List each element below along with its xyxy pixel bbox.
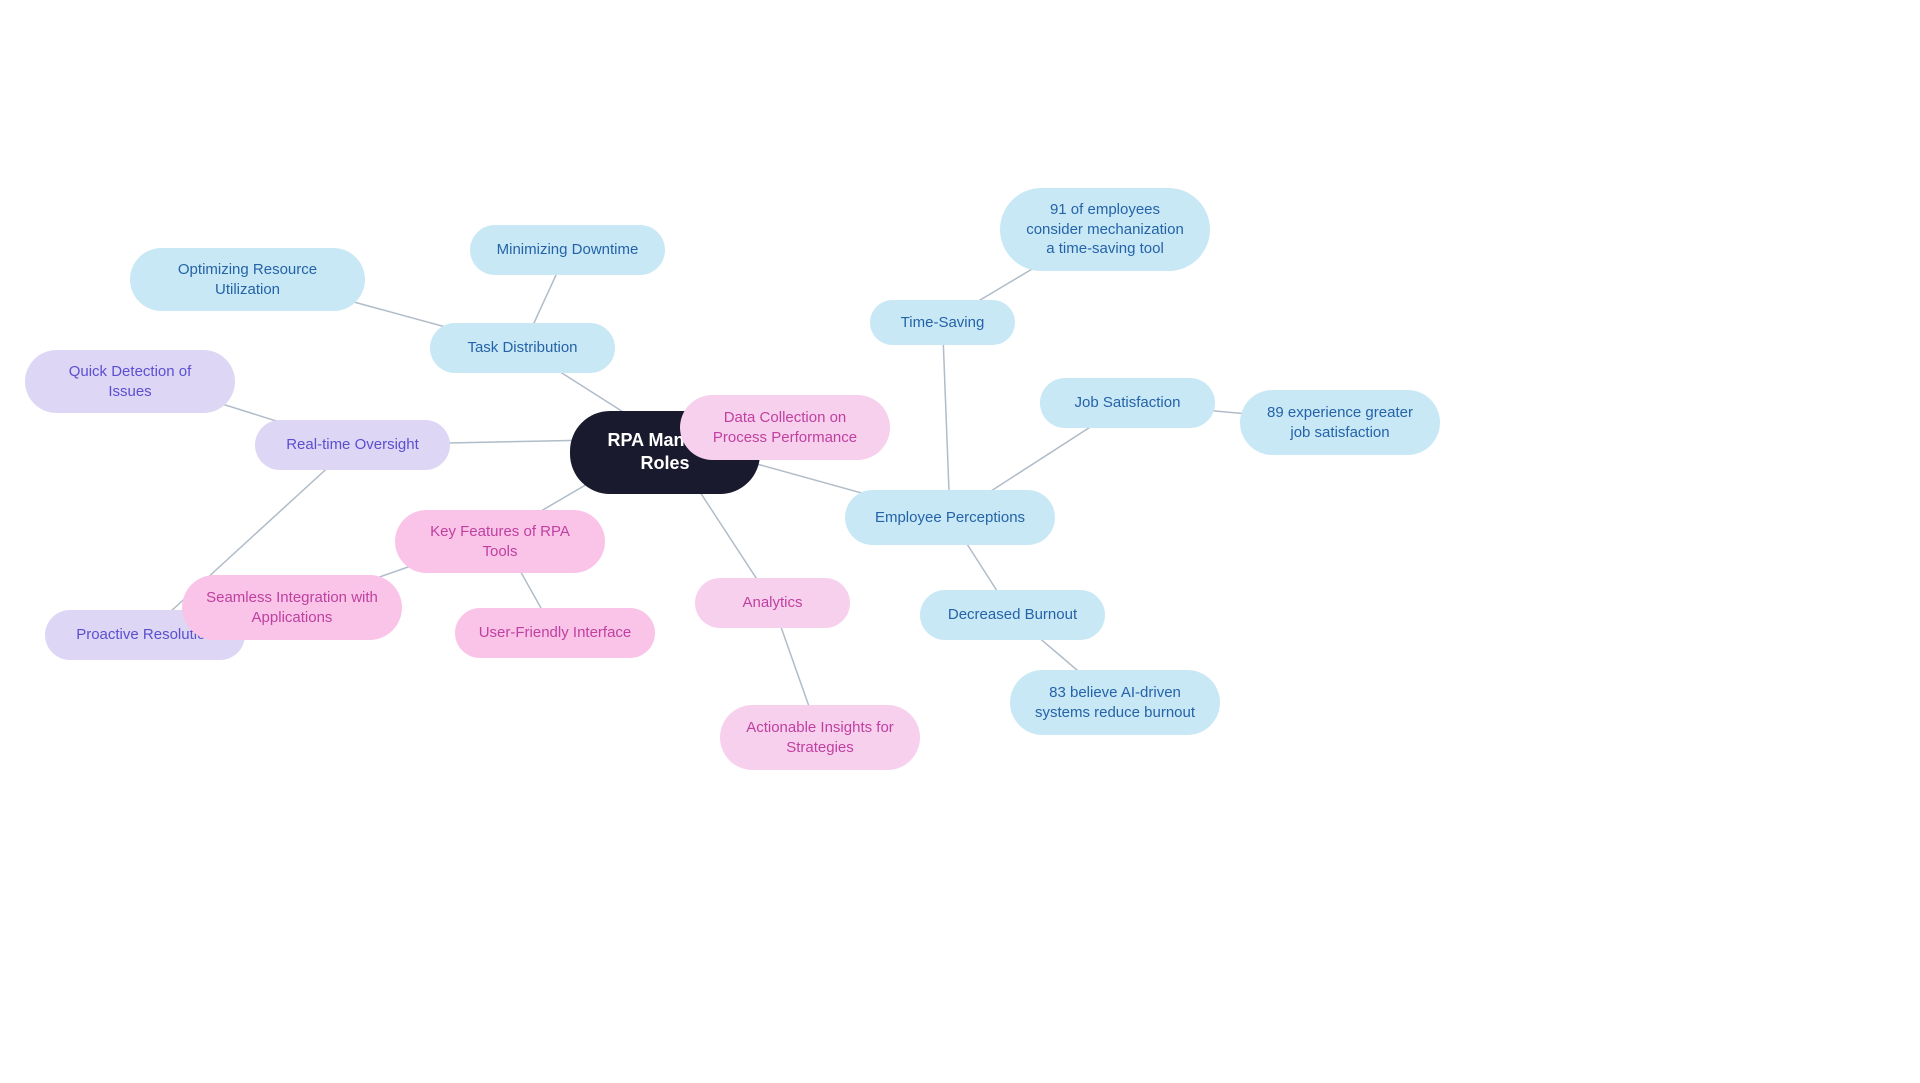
node-stat-timesaving[interactable]: 91 of employees consider mechanization a… — [1000, 188, 1210, 271]
node-time-saving[interactable]: Time-Saving — [870, 300, 1015, 345]
node-stat-burnout[interactable]: 83 believe AI-driven systems reduce burn… — [1010, 670, 1220, 735]
node-key-features[interactable]: Key Features of RPA Tools — [395, 510, 605, 573]
node-real-time-oversight[interactable]: Real-time Oversight — [255, 420, 450, 470]
mindmap-canvas: RPA Manager RolesTask DistributionMinimi… — [0, 0, 1920, 1083]
node-decreased-burnout[interactable]: Decreased Burnout — [920, 590, 1105, 640]
node-task-distribution[interactable]: Task Distribution — [430, 323, 615, 373]
node-optimizing-resource[interactable]: Optimizing Resource Utilization — [130, 248, 365, 311]
node-user-friendly[interactable]: User-Friendly Interface — [455, 608, 655, 658]
node-minimizing-downtime[interactable]: Minimizing Downtime — [470, 225, 665, 275]
node-seamless-integration[interactable]: Seamless Integration with Applications — [182, 575, 402, 640]
node-quick-detection[interactable]: Quick Detection of Issues — [25, 350, 235, 413]
node-actionable-insights[interactable]: Actionable Insights for Strategies — [720, 705, 920, 770]
node-analytics[interactable]: Analytics — [695, 578, 850, 628]
node-job-satisfaction[interactable]: Job Satisfaction — [1040, 378, 1215, 428]
node-data-collection[interactable]: Data Collection on Process Performance — [680, 395, 890, 460]
node-employee-perceptions[interactable]: Employee Perceptions — [845, 490, 1055, 545]
node-stat-jobsatisfaction[interactable]: 89 experience greater job satisfaction — [1240, 390, 1440, 455]
